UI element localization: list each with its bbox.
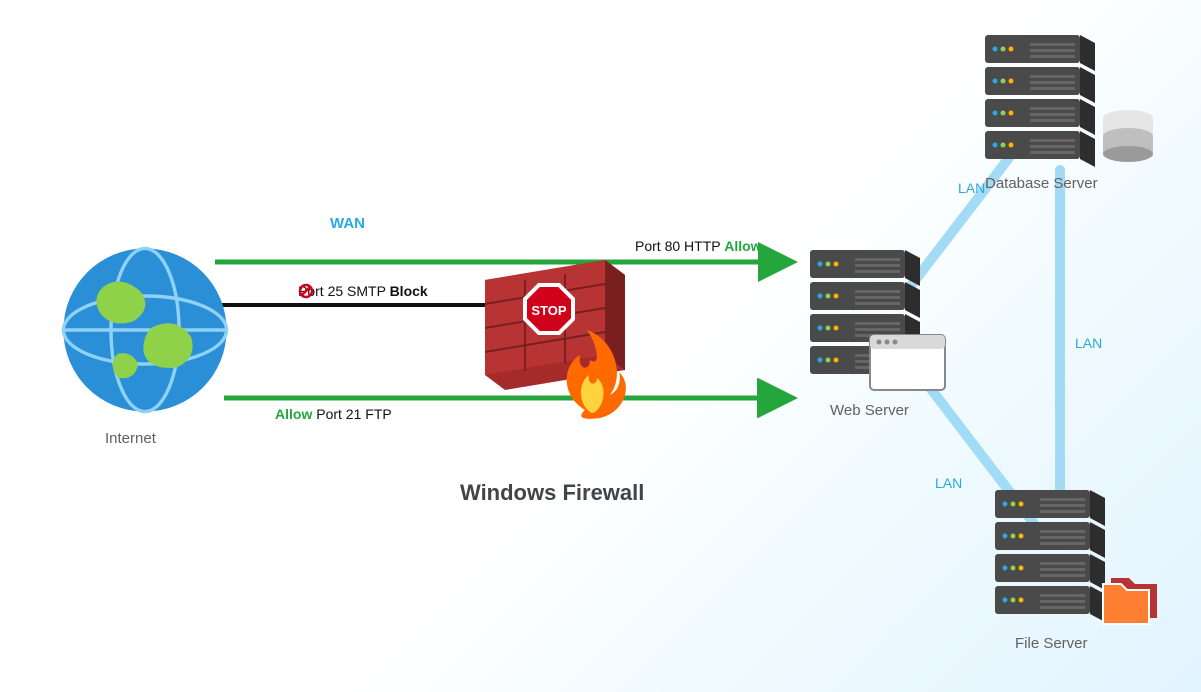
diagram-canvas: Internet WAN STOP Windows Fir — [0, 0, 1201, 692]
firewall-icon: STOP — [455, 250, 655, 420]
block-icon — [298, 283, 314, 299]
rule-http-text: Port 80 HTTP — [635, 238, 724, 254]
firewall-label: Windows Firewall — [460, 480, 644, 506]
rule-ftp: Allow Port 21 FTP — [275, 406, 392, 422]
file-server-label: File Server — [1015, 635, 1088, 652]
folder-icon — [1103, 578, 1157, 624]
rule-http-action: Allow — [724, 238, 761, 254]
database-cylinder-icon — [1103, 110, 1153, 162]
rule-smtp-action: Block — [390, 283, 428, 299]
rule-ftp-action: Allow — [275, 406, 312, 422]
internet-label: Internet — [105, 430, 156, 447]
rule-smtp: Port 25 SMTP Block — [298, 283, 428, 299]
stop-sign-text: STOP — [531, 303, 566, 318]
lan-label-2: LAN — [1075, 335, 1102, 351]
rule-http: Port 80 HTTP Allow — [635, 238, 762, 254]
globe-icon — [60, 245, 230, 415]
browser-window-icon — [870, 335, 945, 390]
wan-label: WAN — [330, 215, 365, 232]
db-server-label: Database Server — [985, 175, 1098, 192]
web-server-label: Web Server — [830, 402, 909, 419]
lan-label-3: LAN — [935, 475, 962, 491]
rule-ftp-text: Port 21 FTP — [312, 406, 391, 422]
lan-label-1: LAN — [958, 180, 985, 196]
